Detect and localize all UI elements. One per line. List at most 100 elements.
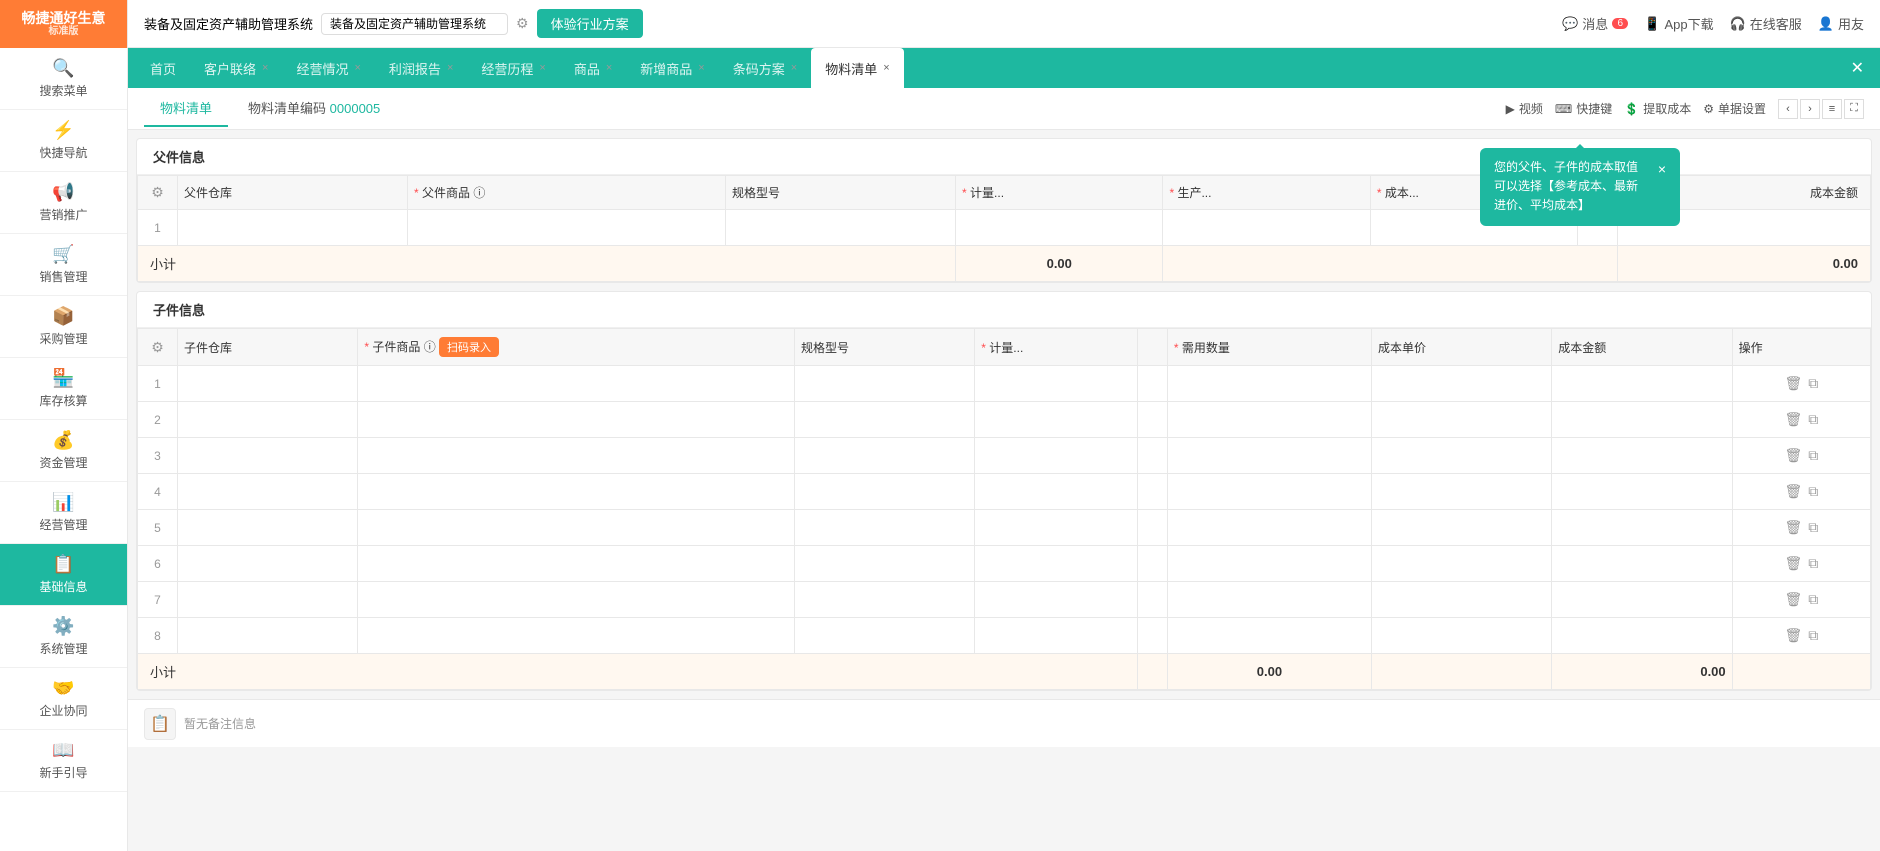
nav-tab-new-goods[interactable]: 新增商品×: [626, 48, 718, 88]
child-qty-needed-8[interactable]: [1167, 618, 1371, 654]
child-warehouse-2[interactable]: [178, 402, 358, 438]
nav-tab-history[interactable]: 经营历程×: [467, 48, 559, 88]
delete-row-2-icon[interactable]: 🗑: [1784, 411, 1802, 428]
nav-tab-customers[interactable]: 客户联络×: [190, 48, 282, 88]
copy-row-7-icon[interactable]: ⧉: [1808, 591, 1818, 608]
child-qty-3[interactable]: [975, 438, 1138, 474]
view-action[interactable]: ▶ 视频: [1506, 100, 1543, 117]
close-tab-goods-icon[interactable]: ×: [606, 62, 612, 74]
close-tab-history-icon[interactable]: ×: [539, 62, 545, 74]
copy-row-3-icon[interactable]: ⧉: [1808, 447, 1818, 464]
child-spec-1[interactable]: [794, 366, 974, 402]
child-unit-cost-1[interactable]: [1371, 366, 1551, 402]
child-goods-5[interactable]: [358, 510, 795, 546]
child-goods-1[interactable]: [358, 366, 795, 402]
child-spec-6[interactable]: [794, 546, 974, 582]
child-qty-needed-4[interactable]: [1167, 474, 1371, 510]
child-unit-cost-4[interactable]: [1371, 474, 1551, 510]
child-qty-needed-6[interactable]: [1167, 546, 1371, 582]
child-warehouse-6[interactable]: [178, 546, 358, 582]
tab-bom-list[interactable]: 物料清单: [144, 90, 228, 127]
copy-row-4-icon[interactable]: ⧉: [1808, 483, 1818, 500]
nav-tab-goods[interactable]: 商品×: [560, 48, 626, 88]
scan-button[interactable]: 扫码录入: [439, 337, 499, 357]
shortcut-action[interactable]: ⌨ 快捷键: [1555, 100, 1612, 117]
cost-action[interactable]: 💲 提取成本: [1624, 100, 1691, 117]
copy-row-2-icon[interactable]: ⧉: [1808, 411, 1818, 428]
child-warehouse-4[interactable]: [178, 474, 358, 510]
close-tab-profit-icon[interactable]: ×: [447, 62, 453, 74]
child-unit-cost-6[interactable]: [1371, 546, 1551, 582]
child-warehouse-5[interactable]: [178, 510, 358, 546]
child-qty-needed-3[interactable]: [1167, 438, 1371, 474]
close-tab-new-goods-icon[interactable]: ×: [698, 62, 704, 74]
child-goods-3[interactable]: [358, 438, 795, 474]
nav-tab-home[interactable]: 首页: [136, 48, 190, 88]
child-qty-2[interactable]: [975, 402, 1138, 438]
child-warehouse-8[interactable]: [178, 618, 358, 654]
child-goods-4[interactable]: [358, 474, 795, 510]
sidebar-item-marketing[interactable]: 📢营销推广: [0, 172, 127, 234]
app-download-item[interactable]: 📱 App下载: [1644, 14, 1713, 33]
child-unit-cost-2[interactable]: [1371, 402, 1551, 438]
nav-tab-operations[interactable]: 经营情况×: [282, 48, 374, 88]
child-qty-needed-7[interactable]: [1167, 582, 1371, 618]
tooltip-close-btn[interactable]: ×: [1658, 158, 1666, 180]
parent-qty-1[interactable]: [956, 210, 1163, 246]
copy-row-6-icon[interactable]: ⧉: [1808, 555, 1818, 572]
trial-button[interactable]: 体验行业方案: [537, 9, 643, 38]
close-tab-customers-icon[interactable]: ×: [262, 62, 268, 74]
sidebar-item-finance[interactable]: 💰资金管理: [0, 420, 127, 482]
delete-row-7-icon[interactable]: 🗑: [1784, 591, 1802, 608]
close-tab-bom-icon[interactable]: ×: [883, 62, 889, 74]
delete-row-5-icon[interactable]: 🗑: [1784, 519, 1802, 536]
next-arrow[interactable]: ›: [1800, 99, 1820, 119]
child-goods-6[interactable]: [358, 546, 795, 582]
child-goods-8[interactable]: [358, 618, 795, 654]
gear-icon[interactable]: ⚙: [516, 15, 529, 32]
delete-row-3-icon[interactable]: 🗑: [1784, 447, 1802, 464]
nav-tab-barcode[interactable]: 条码方案×: [719, 48, 811, 88]
delete-row-4-icon[interactable]: 🗑: [1784, 483, 1802, 500]
user-item[interactable]: 👤 用友: [1818, 14, 1864, 33]
child-qty-4[interactable]: [975, 474, 1138, 510]
child-qty-8[interactable]: [975, 618, 1138, 654]
list-view-arrow[interactable]: ≡: [1822, 99, 1842, 119]
sidebar-item-sales[interactable]: 🛒销售管理: [0, 234, 127, 296]
sidebar-item-basic[interactable]: 📋基础信息: [0, 544, 127, 606]
delete-row-6-icon[interactable]: 🗑: [1784, 555, 1802, 572]
child-warehouse-1[interactable]: [178, 366, 358, 402]
child-qty-needed-5[interactable]: [1167, 510, 1371, 546]
delete-row-8-icon[interactable]: 🗑: [1784, 627, 1802, 644]
online-service-item[interactable]: 🎧 在线客服: [1730, 14, 1802, 33]
child-unit-cost-5[interactable]: [1371, 510, 1551, 546]
child-qty-needed-2[interactable]: [1167, 402, 1371, 438]
child-qty-6[interactable]: [975, 546, 1138, 582]
child-qty-1[interactable]: [975, 366, 1138, 402]
sidebar-item-system[interactable]: ⚙️系统管理: [0, 606, 127, 668]
sidebar-item-inventory[interactable]: 🏪库存核算: [0, 358, 127, 420]
sidebar-item-collab[interactable]: 🤝企业协同: [0, 668, 127, 730]
parent-goods-1[interactable]: [408, 210, 726, 246]
message-item[interactable]: 💬 消息 6: [1562, 14, 1628, 33]
system-select[interactable]: 装备及固定资产辅助管理系统: [321, 13, 508, 35]
child-qty-5[interactable]: [975, 510, 1138, 546]
close-all-icon[interactable]: ✕: [1843, 58, 1872, 78]
sidebar-item-guide[interactable]: 📖新手引导: [0, 730, 127, 792]
copy-row-1-icon[interactable]: ⧉: [1808, 375, 1818, 392]
nav-tab-bom[interactable]: 物料清单×: [811, 48, 903, 88]
close-tab-operations-icon[interactable]: ×: [354, 62, 360, 74]
sidebar-item-purchase[interactable]: 📦采购管理: [0, 296, 127, 358]
copy-row-5-icon[interactable]: ⧉: [1808, 519, 1818, 536]
sidebar-item-operations[interactable]: 📊经营管理: [0, 482, 127, 544]
sidebar-item-search[interactable]: 🔍搜索菜单: [0, 48, 127, 110]
child-spec-2[interactable]: [794, 402, 974, 438]
child-unit-cost-3[interactable]: [1371, 438, 1551, 474]
child-goods-2[interactable]: [358, 402, 795, 438]
note-icon[interactable]: 📋: [144, 708, 176, 740]
delete-row-1-icon[interactable]: 🗑: [1784, 375, 1802, 392]
close-tab-barcode-icon[interactable]: ×: [791, 62, 797, 74]
settings-action[interactable]: ⚙ 单据设置: [1703, 100, 1766, 117]
prev-arrow[interactable]: ‹: [1778, 99, 1798, 119]
child-spec-3[interactable]: [794, 438, 974, 474]
